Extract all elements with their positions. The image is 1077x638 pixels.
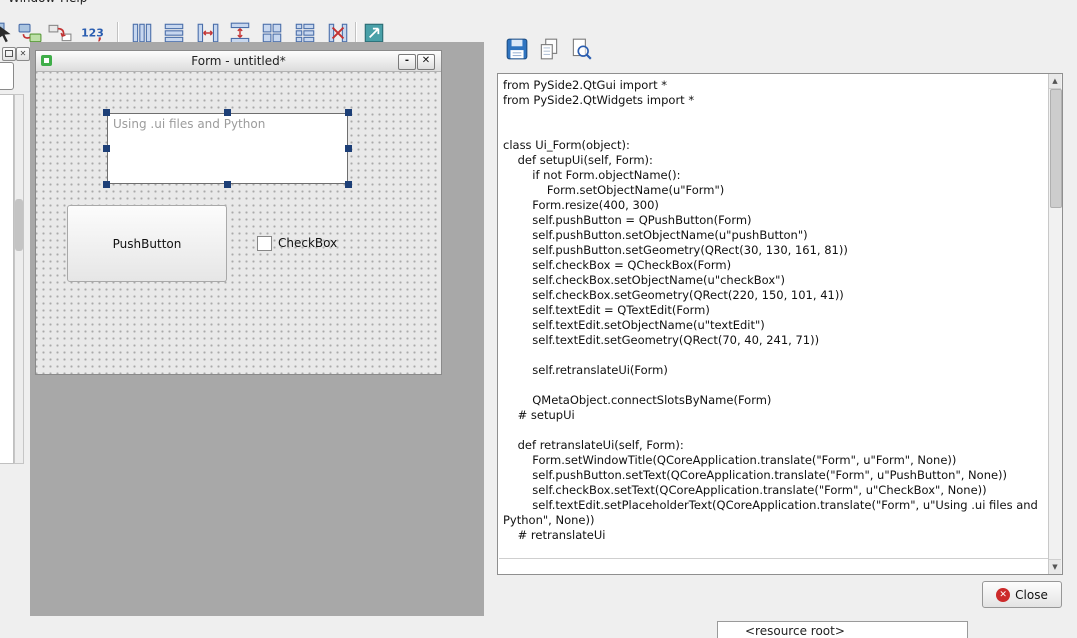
menu-window[interactable]: Window xyxy=(8,0,55,5)
svg-text:,: , xyxy=(97,29,102,43)
selection-handle[interactable] xyxy=(224,181,231,188)
mdi-area: Form - untitled* - ✕ Using .ui files and… xyxy=(30,42,484,616)
close-button-label: Close xyxy=(1015,588,1048,602)
resource-browser-panel[interactable]: <resource root> xyxy=(717,621,968,638)
scroll-up-button[interactable]: ▲ xyxy=(1049,74,1061,89)
form-window-titlebar[interactable]: Form - untitled* - ✕ xyxy=(36,51,441,72)
dock-close-button[interactable]: ✕ xyxy=(16,47,30,61)
close-circle-icon: ✕ xyxy=(996,588,1010,602)
minimize-button[interactable]: - xyxy=(398,54,416,70)
menu-help[interactable]: Help xyxy=(60,0,87,5)
scroll-down-button[interactable]: ▼ xyxy=(1049,559,1061,574)
pushbutton-widget[interactable]: PushButton xyxy=(67,205,227,282)
generated-code[interactable]: from PySide2.QtGui import * from PySide2… xyxy=(498,74,1048,543)
selection-handle[interactable] xyxy=(345,145,352,152)
toolbar-separator xyxy=(355,22,357,44)
close-dialog-button[interactable]: ✕ Close xyxy=(982,581,1062,608)
dock-float-button[interactable] xyxy=(2,47,16,61)
find-icon[interactable] xyxy=(569,37,593,61)
checkbox-indicator[interactable] xyxy=(257,236,272,251)
main-toolbar: 123, xyxy=(0,8,484,42)
widgetbox-filter-input[interactable] xyxy=(0,62,14,90)
textedit-widget[interactable]: Using .ui files and Python xyxy=(107,113,348,184)
qt-designer-window: Window Help 123, xyxy=(0,0,1077,638)
scrollbar-thumb[interactable] xyxy=(1050,89,1062,208)
selection-handle[interactable] xyxy=(345,109,352,116)
selection-handle[interactable] xyxy=(224,109,231,116)
selection-handle[interactable] xyxy=(103,181,110,188)
save-icon[interactable] xyxy=(505,37,529,61)
close-icon: ✕ xyxy=(20,49,27,58)
float-icon xyxy=(5,50,13,57)
form-window-title: Form - untitled* xyxy=(36,54,441,68)
code-scrollbar[interactable]: ▲ ▼ xyxy=(1048,74,1062,574)
checkbox-widget[interactable]: CheckBox xyxy=(257,236,337,250)
copy-icon[interactable] xyxy=(537,37,561,61)
toolbar-separator xyxy=(117,22,119,44)
widgetbox-scrollbar[interactable] xyxy=(14,94,24,464)
resource-root-item[interactable]: <resource root> xyxy=(745,624,845,638)
close-button[interactable]: ✕ xyxy=(417,54,435,70)
hscrollbar-divider xyxy=(499,558,1048,559)
selection-handle[interactable] xyxy=(103,109,110,116)
selection-handle[interactable] xyxy=(103,145,110,152)
form-designer-window: Form - untitled* - ✕ Using .ui files and… xyxy=(35,50,442,375)
checkbox-label: CheckBox xyxy=(278,236,337,250)
scrollbar-thumb[interactable] xyxy=(15,199,23,251)
form-canvas[interactable]: Using .ui files and Python PushButton Ch… xyxy=(36,72,441,374)
widgetbox-panel xyxy=(0,94,14,464)
code-view[interactable]: from PySide2.QtGui import * from PySide2… xyxy=(497,73,1063,575)
code-preview-dialog: from PySide2.QtGui import * from PySide2… xyxy=(484,15,1077,615)
menubar: Window Help xyxy=(0,0,480,7)
textedit-placeholder: Using .ui files and Python xyxy=(108,114,347,134)
selection-handle[interactable] xyxy=(345,181,352,188)
edit-widgets-icon[interactable] xyxy=(0,21,16,45)
